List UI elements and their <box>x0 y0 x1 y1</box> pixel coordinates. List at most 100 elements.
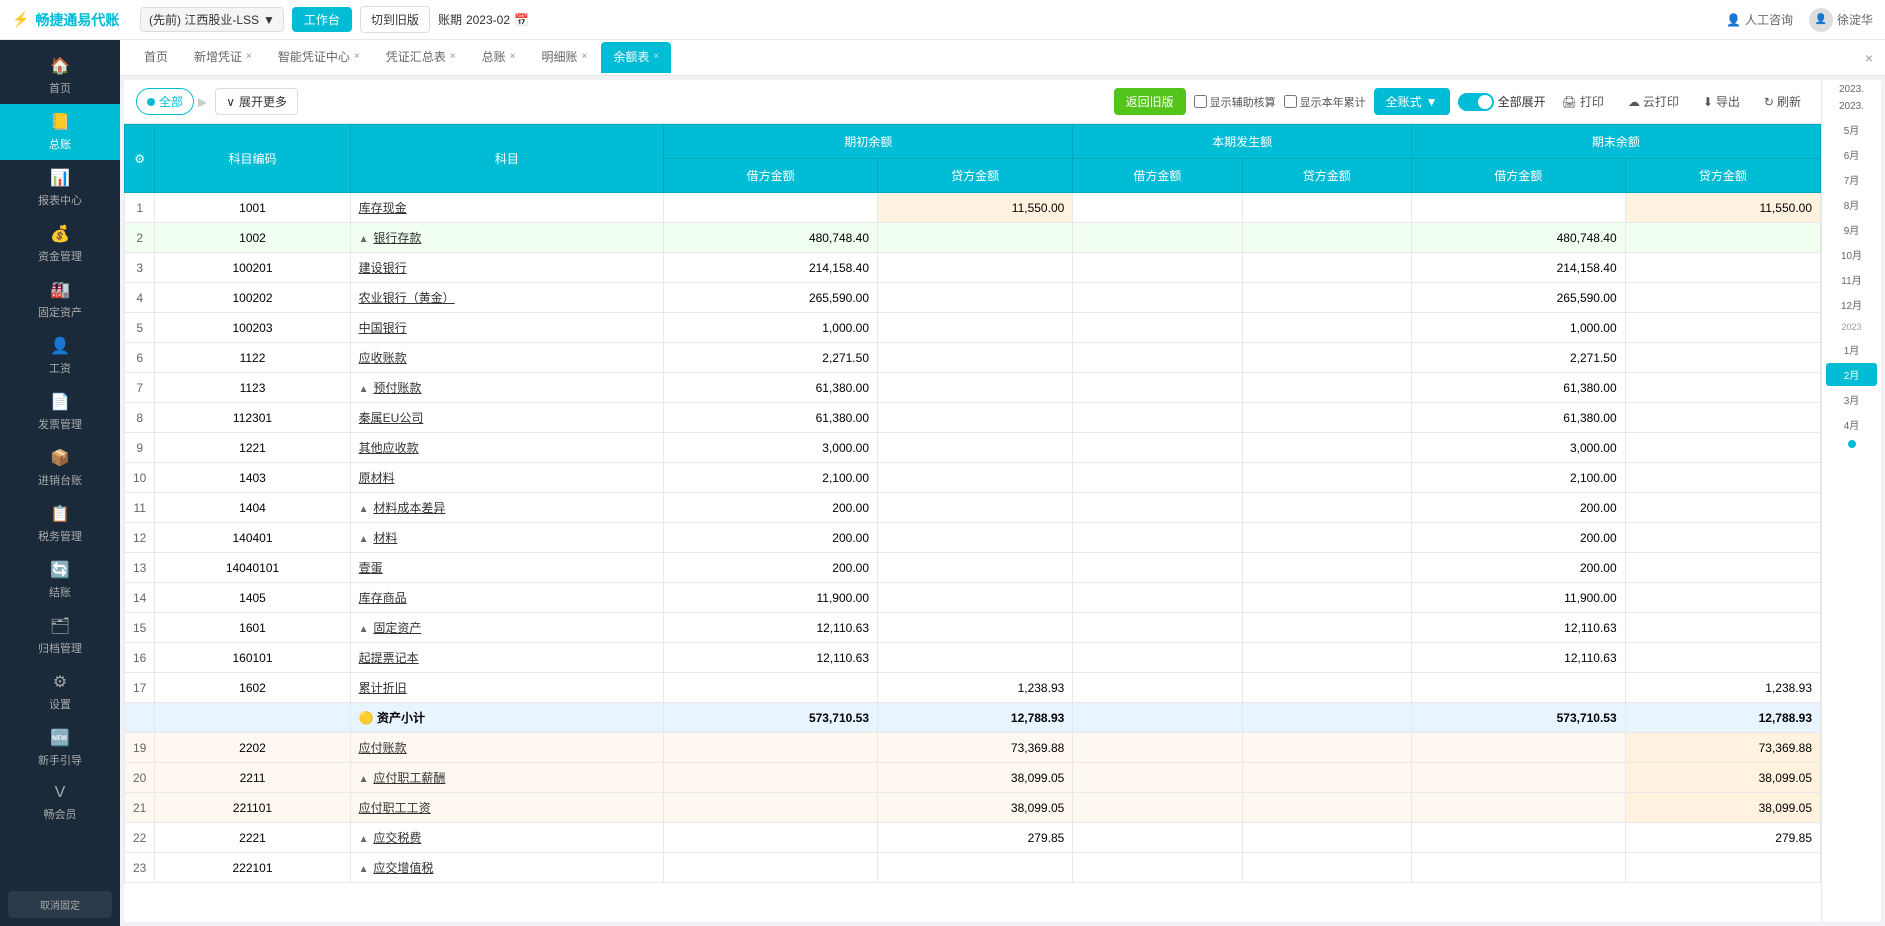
subject-name[interactable]: 建设银行 <box>350 253 664 283</box>
tab-bar-close-button[interactable]: × <box>1865 50 1873 66</box>
subject-name[interactable]: ▲ 应交税费 <box>350 823 664 853</box>
month-2[interactable]: 2月 <box>1826 363 1877 386</box>
tab-new-voucher-close[interactable]: × <box>246 51 252 62</box>
sidebar-item-reports[interactable]: 📊 报表中心 <box>0 160 120 216</box>
subject-link[interactable]: 中国银行 <box>359 321 407 335</box>
month-5[interactable]: 5月 <box>1826 118 1877 141</box>
user-area[interactable]: 👤 徐淀华 <box>1809 8 1873 32</box>
sidebar-item-settings[interactable]: ⚙ 设置 <box>0 664 120 720</box>
month-1[interactable]: 1月 <box>1826 338 1877 361</box>
subject-name[interactable]: 应付账款 <box>350 733 664 763</box>
expand-all-toggle[interactable]: 全部展开 <box>1458 93 1546 111</box>
calendar-icon[interactable]: 📅 <box>514 13 529 27</box>
sidebar-item-tax[interactable]: 📋 税务管理 <box>0 496 120 552</box>
subject-link[interactable]: 秦属EU公司 <box>359 411 424 425</box>
subject-link[interactable]: 材料 <box>373 531 397 545</box>
subject-name[interactable]: 中国银行 <box>350 313 664 343</box>
subject-link[interactable]: 农业银行（黄金） <box>359 291 455 305</box>
sidebar-item-archive[interactable]: 🗂 归档管理 <box>0 608 120 664</box>
month-11[interactable]: 11月 <box>1826 268 1877 291</box>
subject-name[interactable]: ▲ 材料 <box>350 523 664 553</box>
tab-voucher-summary[interactable]: 凭证汇总表 × <box>374 42 468 73</box>
sidebar-item-capital[interactable]: 💰 资金管理 <box>0 216 120 272</box>
company-selector[interactable]: (先前) 江西股业-LSS ▼ <box>140 7 284 32</box>
subject-link[interactable]: 库存现金 <box>359 201 407 215</box>
tab-smart-verify[interactable]: 智能凭证中心 × <box>266 42 372 73</box>
sidebar-item-invoice[interactable]: 📄 发票管理 <box>0 384 120 440</box>
subject-name[interactable]: 库存现金 <box>350 193 664 223</box>
subject-link[interactable]: 银行存款 <box>373 231 421 245</box>
subject-name[interactable]: 原材料 <box>350 463 664 493</box>
full-mode-button[interactable]: 全账式 ▼ <box>1374 88 1450 115</box>
tab-new-voucher[interactable]: 新增凭证 × <box>182 42 264 73</box>
subject-name[interactable]: 秦属EU公司 <box>350 403 664 433</box>
tab-ledger[interactable]: 总账 × <box>470 42 528 73</box>
subject-name[interactable]: ▲ 材料成本差异 <box>350 493 664 523</box>
subject-link[interactable]: 应收账款 <box>359 351 407 365</box>
filter-all[interactable]: 全部 <box>136 88 194 115</box>
subject-link[interactable]: 其他应收款 <box>359 441 419 455</box>
subject-link[interactable]: 建设银行 <box>359 261 407 275</box>
month-6[interactable]: 6月 <box>1826 143 1877 166</box>
expand-button[interactable]: ∨ 展开更多 <box>215 88 298 115</box>
print-button[interactable]: 🖨 打印 <box>1554 89 1612 114</box>
consultant-area[interactable]: 👤 人工咨询 <box>1726 11 1793 28</box>
checkbox-assist-input[interactable] <box>1194 95 1207 108</box>
month-8[interactable]: 8月 <box>1826 193 1877 216</box>
month-7[interactable]: 7月 <box>1826 168 1877 191</box>
tab-smart-verify-close[interactable]: × <box>354 51 360 62</box>
sidebar-item-settlement[interactable]: 🔄 结账 <box>0 552 120 608</box>
subject-name[interactable]: 壹蛋 <box>350 553 664 583</box>
subject-name[interactable]: 累计折旧 <box>350 673 664 703</box>
subject-name[interactable]: 起提票记本 <box>350 643 664 673</box>
subject-name[interactable]: ▲ 银行存款 <box>350 223 664 253</box>
month-3[interactable]: 3月 <box>1826 388 1877 411</box>
subject-link[interactable]: 应付职工薪酬 <box>373 771 445 785</box>
checkbox-ytd[interactable]: 显示本年累计 <box>1284 94 1366 110</box>
subject-link[interactable]: 库存商品 <box>359 591 407 605</box>
tab-voucher-summary-close[interactable]: × <box>450 51 456 62</box>
switch-version-button[interactable]: 切到旧版 <box>360 6 430 33</box>
subject-name[interactable]: 其他应收款 <box>350 433 664 463</box>
sidebar-item-fixed-assets[interactable]: 🏭 固定资产 <box>0 272 120 328</box>
tab-detail-ledger-close[interactable]: × <box>581 51 587 62</box>
subject-link[interactable]: 起提票记本 <box>359 651 419 665</box>
tab-ledger-close[interactable]: × <box>510 51 516 62</box>
subject-link[interactable]: 应交税费 <box>373 831 421 845</box>
sidebar-item-payroll[interactable]: 👤 工资 <box>0 328 120 384</box>
subject-name[interactable]: 库存商品 <box>350 583 664 613</box>
subject-link[interactable]: 应付职工工资 <box>359 801 431 815</box>
sidebar-item-purchase-sales[interactable]: 📦 进销台账 <box>0 440 120 496</box>
export-button[interactable]: ⬇ 导出 <box>1695 89 1748 114</box>
subject-link[interactable]: 原材料 <box>359 471 395 485</box>
month-12[interactable]: 12月 <box>1826 293 1877 316</box>
sidebar-item-member[interactable]: V 畅会员 <box>0 776 120 830</box>
subject-link[interactable]: 应付账款 <box>359 741 407 755</box>
cancel-fixed-button[interactable]: 取消固定 <box>8 891 112 918</box>
workbench-button[interactable]: 工作台 <box>292 7 352 32</box>
subject-name[interactable]: ▲ 固定资产 <box>350 613 664 643</box>
subject-name[interactable]: 🟡 资产小计 <box>350 703 664 733</box>
refresh-button[interactable]: ↻ 刷新 <box>1756 89 1809 114</box>
subject-link[interactable]: 材料成本差异 <box>373 501 445 515</box>
sidebar-item-home[interactable]: 🏠 首页 <box>0 48 120 104</box>
subject-link[interactable]: 应交增值税 <box>373 861 433 875</box>
subject-name[interactable]: ▲ 应付职工薪酬 <box>350 763 664 793</box>
subject-name[interactable]: 应付职工工资 <box>350 793 664 823</box>
return-button[interactable]: 返回旧版 <box>1114 88 1186 115</box>
month-10[interactable]: 10月 <box>1826 243 1877 266</box>
cloud-print-button[interactable]: ☁ 云打印 <box>1620 89 1687 114</box>
subject-link[interactable]: 壹蛋 <box>359 561 383 575</box>
tab-balance-sheet-close[interactable]: × <box>653 51 659 62</box>
subject-name[interactable]: ▲ 预付账款 <box>350 373 664 403</box>
sidebar-item-ledger[interactable]: 📒 总账 <box>0 104 120 160</box>
tab-balance-sheet[interactable]: 余额表 × <box>601 42 671 73</box>
settings-col-header[interactable]: ⚙ <box>125 125 155 193</box>
month-4[interactable]: 4月 <box>1826 413 1877 436</box>
subject-name[interactable]: 农业银行（黄金） <box>350 283 664 313</box>
tab-home[interactable]: 首页 <box>132 42 180 73</box>
month-9[interactable]: 9月 <box>1826 218 1877 241</box>
subject-name[interactable]: ▲ 应交增值税 <box>350 853 664 883</box>
subject-link[interactable]: 固定资产 <box>373 621 421 635</box>
subject-link[interactable]: 预付账款 <box>373 381 421 395</box>
